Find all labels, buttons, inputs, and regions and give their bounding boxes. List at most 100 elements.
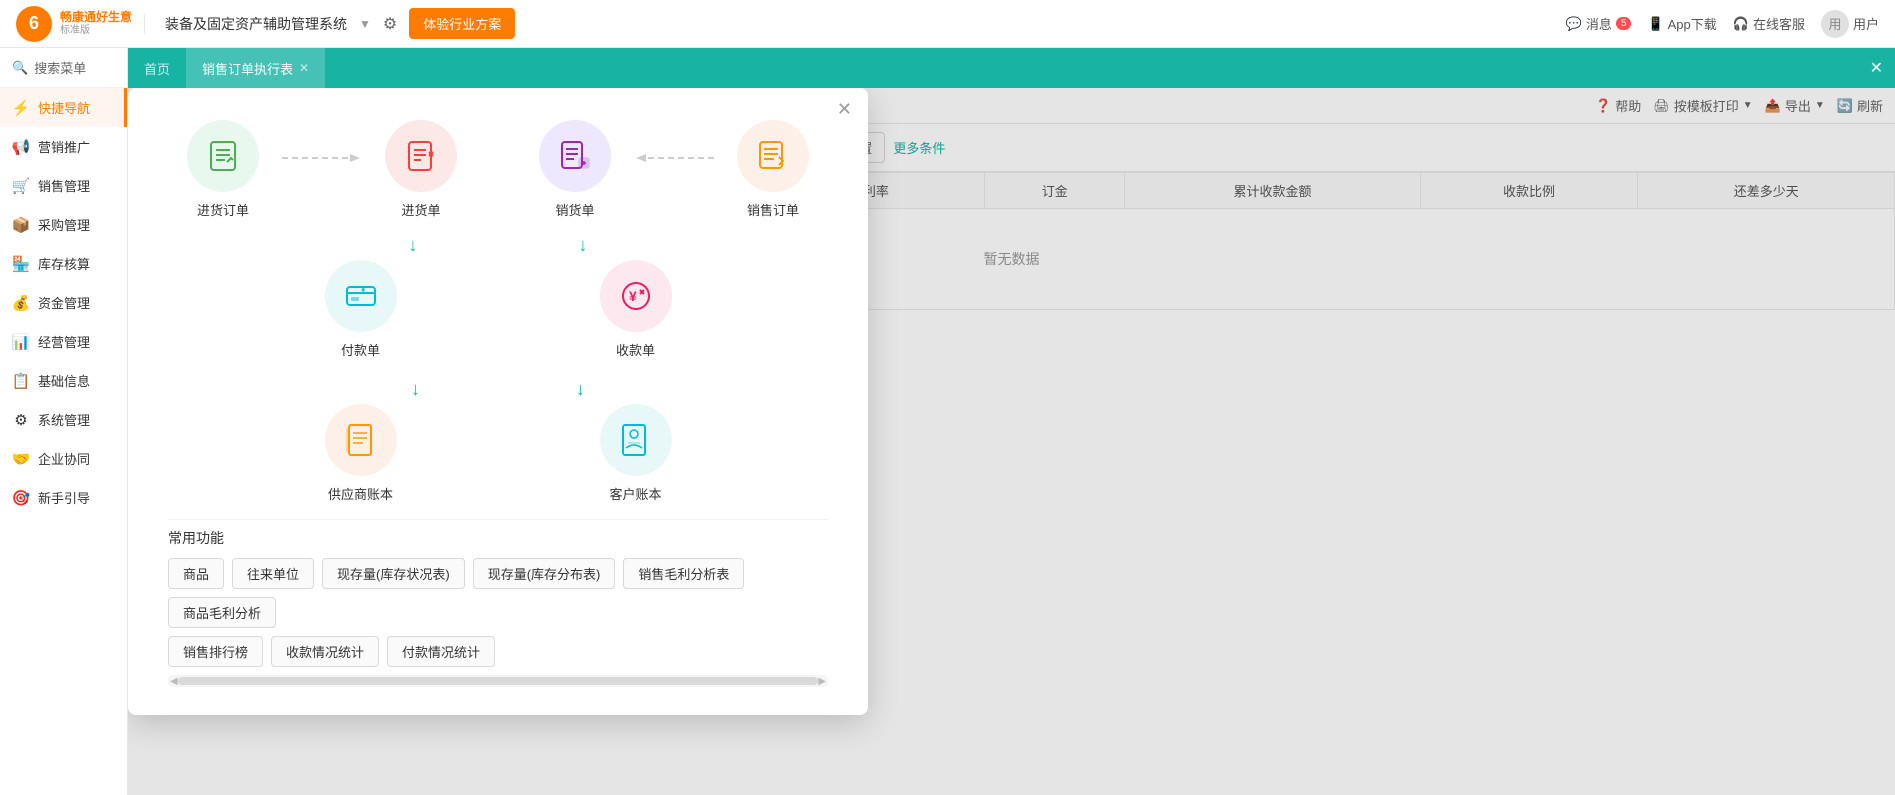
modal-separator: [168, 519, 828, 520]
down-arrow-icon-1: ↓: [409, 235, 418, 256]
dash-arrow-svg-1: [282, 148, 362, 168]
scrollbar-track[interactable]: ◀ ▶: [168, 675, 828, 687]
tab-close-icon[interactable]: ✕: [299, 61, 309, 75]
spacer-arrow-2: [278, 235, 358, 256]
content-wrapper: ❓ 帮助 🖨 按模板打印 ▼ 📤 导出 ▼ 🔄: [128, 88, 1895, 795]
cf-btn-goods-margin[interactable]: 商品毛利分析: [168, 597, 276, 628]
customer-ledger-icon: [618, 422, 654, 458]
sales-icon: 🛒: [12, 177, 30, 195]
sidebar-item-label: 资金管理: [38, 293, 90, 312]
flow-item-sales-order[interactable]: 销售订单: [718, 120, 828, 219]
down-arrow-icon-4: ↓: [576, 379, 585, 400]
arrow-purchase-to-bill: [278, 148, 366, 192]
tab-home[interactable]: 首页: [128, 48, 186, 88]
down-arrow-icon-3: ↓: [411, 379, 420, 400]
flow-row-1: 进货订单: [168, 120, 828, 219]
arrow-down-purchase-bill: ↓: [358, 235, 468, 256]
sidebar-item-operations[interactable]: 📊 经营管理: [0, 322, 127, 361]
sidebar-item-marketing[interactable]: 📢 营销推广: [0, 127, 127, 166]
sidebar-item-finance[interactable]: 💰 资金管理: [0, 283, 127, 322]
tab-sales-order[interactable]: 销售订单执行表 ✕: [186, 48, 325, 88]
sidebar-item-basic[interactable]: 📋 基础信息: [0, 361, 127, 400]
modal-close-btn[interactable]: ✕: [837, 100, 852, 118]
sidebar-search[interactable]: 🔍 搜索菜单: [0, 48, 127, 88]
flow-circle-purchase-order: [187, 120, 259, 192]
cf-row-2: 销售排行榜 收款情况统计 付款情况统计: [168, 636, 828, 667]
arrow-down-payment: ↓: [361, 379, 471, 400]
scroll-thumb[interactable]: [178, 677, 819, 685]
system-dropdown-arrow[interactable]: ▼: [359, 17, 371, 31]
top-right-actions: 💬 消息 5 📱 App下载 🎧 在线客服 用 用户: [1566, 10, 1879, 38]
purchase-order-icon: [205, 138, 241, 174]
arrow-down-receipt: ↓: [526, 379, 636, 400]
spacer-middle: [468, 235, 528, 256]
cf-btn-counterpart[interactable]: 往来单位: [232, 558, 314, 589]
online-service-action[interactable]: 🎧 在线客服: [1733, 14, 1805, 33]
main-area: 🔍 搜索菜单 ⚡ 快捷导航 📢 营销推广 🛒 销售管理 📦 采购管理 🏪: [0, 48, 1895, 795]
app-download-action[interactable]: 📱 App下载: [1647, 14, 1716, 33]
tab-bar: 首页 销售订单执行表 ✕ ✕: [128, 48, 1895, 88]
flow-item-receipt[interactable]: ¥ 收款单: [581, 260, 691, 359]
sidebar-item-sales[interactable]: 🛒 销售管理: [0, 166, 127, 205]
tab-sales-order-label: 销售订单执行表: [202, 59, 293, 78]
modal-overlay: ✕: [128, 88, 1895, 795]
logo-icon: 6: [16, 6, 52, 42]
settings-icon[interactable]: ⚙: [383, 14, 397, 34]
operations-icon: 📊: [12, 333, 30, 351]
online-service-label: 在线客服: [1753, 14, 1805, 33]
cf-btn-payment-stats[interactable]: 付款情况统计: [387, 636, 495, 667]
flow-label-sales-order: 销售订单: [747, 200, 799, 219]
cf-btn-goods[interactable]: 商品: [168, 558, 224, 589]
close-all-icon[interactable]: ✕: [1870, 60, 1883, 77]
sidebar-item-label: 基础信息: [38, 371, 90, 390]
flow-item-customer-ledger[interactable]: 客户账本: [581, 404, 691, 503]
spacer-arrow-1: [168, 235, 278, 256]
arrow-down-sales-bill: ↓: [528, 235, 638, 256]
trial-button[interactable]: 体验行业方案: [409, 8, 515, 39]
svg-text:¥: ¥: [361, 285, 366, 294]
message-badge: 5: [1616, 17, 1632, 30]
scroll-right-arrow[interactable]: ▶: [818, 676, 826, 687]
close-all-btn[interactable]: ✕: [1870, 58, 1895, 78]
purchase-bill-icon: [403, 138, 439, 174]
flow-item-supplier-ledger[interactable]: 供应商账本: [306, 404, 416, 503]
sidebar-item-enterprise[interactable]: 🤝 企业协同: [0, 439, 127, 478]
cf-row-1: 商品 往来单位 现存量(库存状况表) 现存量(库存分布表) 销售毛利分析表 商品…: [168, 558, 828, 628]
flow-arrows-row-2: ↓ ↓: [168, 375, 828, 404]
flow-item-purchase-order[interactable]: 进货订单: [168, 120, 278, 219]
sidebar-item-label: 营销推广: [38, 137, 90, 156]
logo: 6 畅康通好生意 标准版: [16, 6, 132, 42]
system-title: 装备及固定资产辅助管理系统: [165, 14, 347, 34]
cf-btn-stock-status[interactable]: 现存量(库存状况表): [322, 558, 465, 589]
flow-circle-purchase-bill: [385, 120, 457, 192]
spacer-arrow-4: [718, 235, 828, 256]
cf-btn-sales-margin[interactable]: 销售毛利分析表: [623, 558, 744, 589]
quick-nav-icon: ⚡: [12, 99, 30, 117]
sidebar-item-purchase[interactable]: 📦 采购管理: [0, 205, 127, 244]
user-action[interactable]: 用 用户: [1821, 10, 1879, 38]
sidebar-item-system[interactable]: ⚙ 系统管理: [0, 400, 127, 439]
flow-item-payment[interactable]: ¥ 付款单: [306, 260, 416, 359]
cf-btn-receipt-stats[interactable]: 收款情况统计: [271, 636, 379, 667]
sidebar-item-newbie[interactable]: 🎯 新手引导: [0, 478, 127, 517]
sidebar-item-quick-nav[interactable]: ⚡ 快捷导航: [0, 88, 127, 127]
sidebar-item-inventory[interactable]: 🏪 库存核算: [0, 244, 127, 283]
sidebar-item-label: 采购管理: [38, 215, 90, 234]
message-icon: 💬: [1566, 16, 1582, 32]
flow-circle-payment: ¥: [325, 260, 397, 332]
divider-1: [144, 14, 145, 34]
sidebar-item-label: 销售管理: [38, 176, 90, 195]
marketing-icon: 📢: [12, 138, 30, 156]
flow-item-purchase-bill[interactable]: 进货单: [366, 120, 476, 219]
logo-sub: 标准版: [60, 25, 132, 37]
scroll-left-arrow[interactable]: ◀: [170, 676, 178, 687]
flow-circle-sales-bill: [539, 120, 611, 192]
app-download-label: App下载: [1668, 14, 1717, 33]
cf-btn-sales-rank[interactable]: 销售排行榜: [168, 636, 263, 667]
flow-item-sales-bill[interactable]: 销货单: [520, 120, 630, 219]
flow-circle-sales-order: [737, 120, 809, 192]
cf-btn-stock-dist[interactable]: 现存量(库存分布表): [473, 558, 616, 589]
flow-row-3: 供应商账本: [168, 404, 828, 503]
message-action[interactable]: 💬 消息 5: [1566, 14, 1632, 33]
flow-label-supplier-ledger: 供应商账本: [328, 484, 393, 503]
